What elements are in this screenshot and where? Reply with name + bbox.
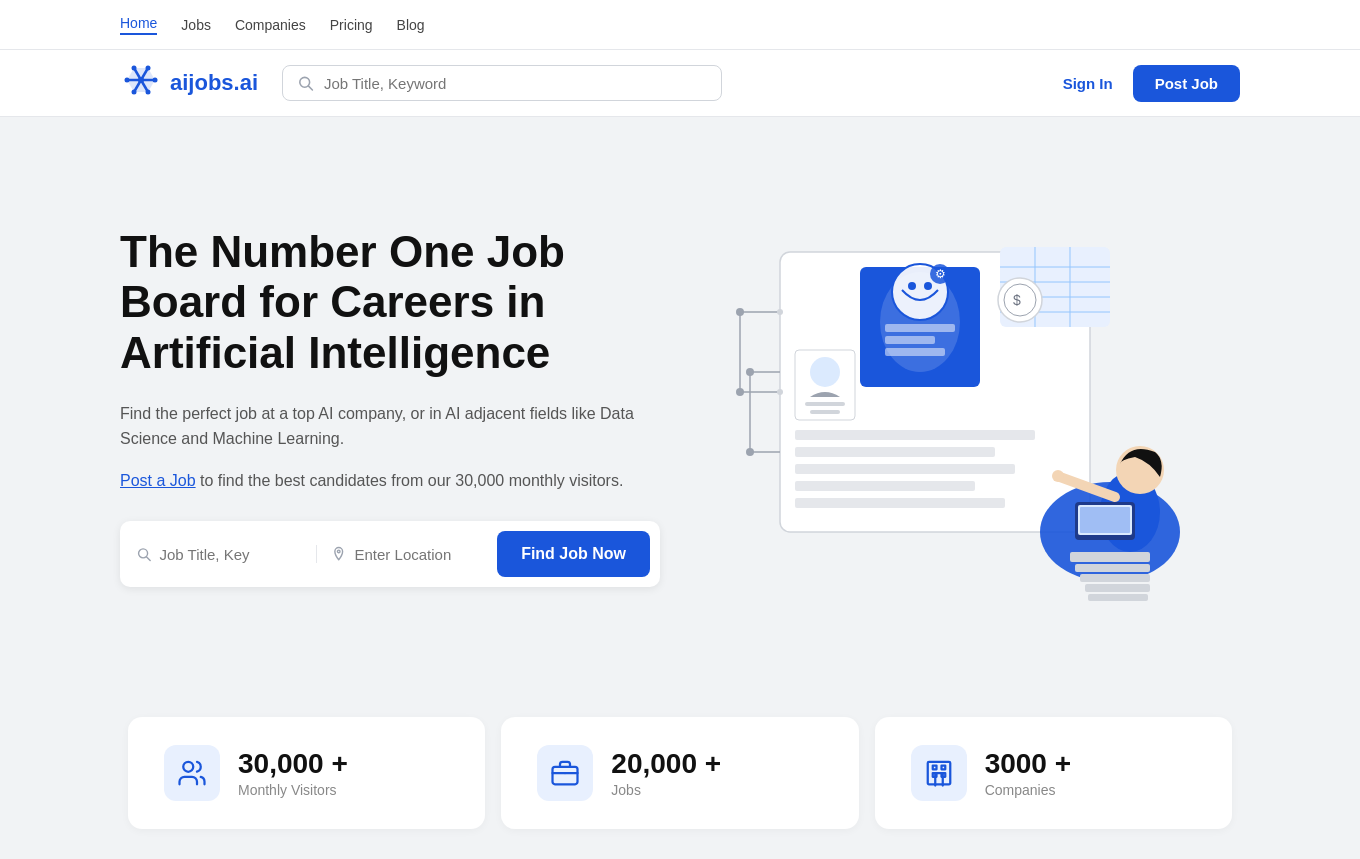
stat-label-companies: Companies <box>985 782 1071 798</box>
stat-number-jobs: 20,000 + <box>611 748 721 780</box>
stat-number-visitors: 30,000 + <box>238 748 348 780</box>
top-navigation: Home Jobs Companies Pricing Blog <box>0 0 1360 50</box>
briefcase-icon <box>550 758 580 788</box>
hero-section: The Number One Job Board for Careers in … <box>0 117 1360 677</box>
svg-rect-71 <box>1080 507 1130 533</box>
hero-search-box: Find Job Now <box>120 521 660 587</box>
svg-point-28 <box>746 368 754 376</box>
svg-point-8 <box>132 66 137 71</box>
nav-jobs[interactable]: Jobs <box>181 17 211 33</box>
svg-point-18 <box>338 550 341 553</box>
stat-icon-wrap-jobs <box>537 745 593 801</box>
post-a-job-link[interactable]: Post a Job <box>120 472 196 489</box>
svg-rect-57 <box>795 430 1035 440</box>
users-icon <box>177 758 207 788</box>
svg-rect-81 <box>941 766 945 770</box>
hero-cta-desc: Post a Job to find the best candidates f… <box>120 468 680 494</box>
hero-illustration-svg: ⚙ $ <box>720 192 1200 622</box>
svg-point-10 <box>153 78 158 83</box>
search-icon <box>297 74 314 92</box>
hero-description: Find the perfect job at a top AI company… <box>120 401 680 452</box>
stat-card-visitors: 30,000 + Monthly Visitors <box>128 717 485 829</box>
logo-link[interactable]: aijobs.ai <box>120 62 258 104</box>
logo-text: aijobs.ai <box>170 70 258 96</box>
stat-icon-wrap-visitors <box>164 745 220 801</box>
header-actions: Sign In Post Job <box>1063 65 1240 102</box>
hero-illustration: ⚙ $ <box>680 187 1240 627</box>
logo-icon <box>120 62 162 104</box>
stat-info-companies: 3000 + Companies <box>985 748 1071 798</box>
sign-in-button[interactable]: Sign In <box>1063 75 1113 92</box>
svg-point-37 <box>924 282 932 290</box>
svg-line-17 <box>147 557 151 561</box>
header-search-bar[interactable] <box>282 65 722 101</box>
hero-location-field <box>331 545 497 563</box>
svg-rect-41 <box>885 336 935 344</box>
hero-desc-rest: to find the best candidates from our 30,… <box>196 472 624 489</box>
svg-rect-61 <box>795 498 1005 508</box>
building-icon <box>924 758 954 788</box>
stat-label-visitors: Monthly Visitors <box>238 782 348 798</box>
svg-point-44 <box>810 357 840 387</box>
svg-rect-60 <box>795 481 975 491</box>
stat-card-jobs: 20,000 + Jobs <box>501 717 858 829</box>
svg-point-31 <box>777 389 783 395</box>
svg-rect-40 <box>885 324 955 332</box>
svg-line-15 <box>309 86 313 90</box>
find-job-button[interactable]: Find Job Now <box>497 531 650 577</box>
location-icon <box>331 545 346 563</box>
post-job-button[interactable]: Post Job <box>1133 65 1240 102</box>
svg-point-12 <box>132 90 137 95</box>
svg-rect-59 <box>795 464 1015 474</box>
nav-home[interactable]: Home <box>120 15 157 35</box>
stat-number-companies: 3000 + <box>985 748 1071 780</box>
nav-blog[interactable]: Blog <box>397 17 425 33</box>
svg-point-74 <box>1052 470 1064 482</box>
hero-job-search-field <box>136 545 317 563</box>
svg-point-75 <box>183 762 193 772</box>
svg-point-13 <box>125 78 130 83</box>
hero-content: The Number One Job Board for Careers in … <box>120 227 680 588</box>
svg-rect-64 <box>1075 564 1150 572</box>
svg-point-27 <box>736 388 744 396</box>
hero-job-input[interactable] <box>159 546 302 563</box>
nav-pricing[interactable]: Pricing <box>330 17 373 33</box>
svg-point-26 <box>736 308 744 316</box>
hero-title: The Number One Job Board for Careers in … <box>120 227 680 379</box>
svg-rect-42 <box>885 348 945 356</box>
stat-card-companies: 3000 + Companies <box>875 717 1232 829</box>
svg-point-11 <box>146 90 151 95</box>
svg-rect-65 <box>1080 574 1150 582</box>
svg-rect-66 <box>1085 584 1150 592</box>
svg-point-9 <box>146 66 151 71</box>
svg-rect-63 <box>1070 552 1150 562</box>
header-search-input[interactable] <box>324 75 707 92</box>
svg-point-36 <box>908 282 916 290</box>
stat-label-jobs: Jobs <box>611 782 721 798</box>
svg-rect-76 <box>553 767 578 785</box>
stat-icon-wrap-companies <box>911 745 967 801</box>
hero-location-input[interactable] <box>355 546 498 563</box>
svg-text:⚙: ⚙ <box>935 267 946 281</box>
svg-rect-58 <box>795 447 995 457</box>
svg-rect-67 <box>1088 594 1148 601</box>
svg-rect-46 <box>810 410 840 414</box>
svg-rect-80 <box>932 766 936 770</box>
site-header: aijobs.ai Sign In Post Job <box>0 50 1360 117</box>
stat-info-visitors: 30,000 + Monthly Visitors <box>238 748 348 798</box>
stat-info-jobs: 20,000 + Jobs <box>611 748 721 798</box>
nav-companies[interactable]: Companies <box>235 17 306 33</box>
search-icon <box>136 545 151 563</box>
svg-text:$: $ <box>1013 292 1021 308</box>
svg-point-29 <box>746 448 754 456</box>
svg-point-30 <box>777 309 783 315</box>
stats-section: 30,000 + Monthly Visitors 20,000 + Jobs <box>0 677 1360 849</box>
svg-point-7 <box>138 77 144 83</box>
svg-rect-45 <box>805 402 845 406</box>
